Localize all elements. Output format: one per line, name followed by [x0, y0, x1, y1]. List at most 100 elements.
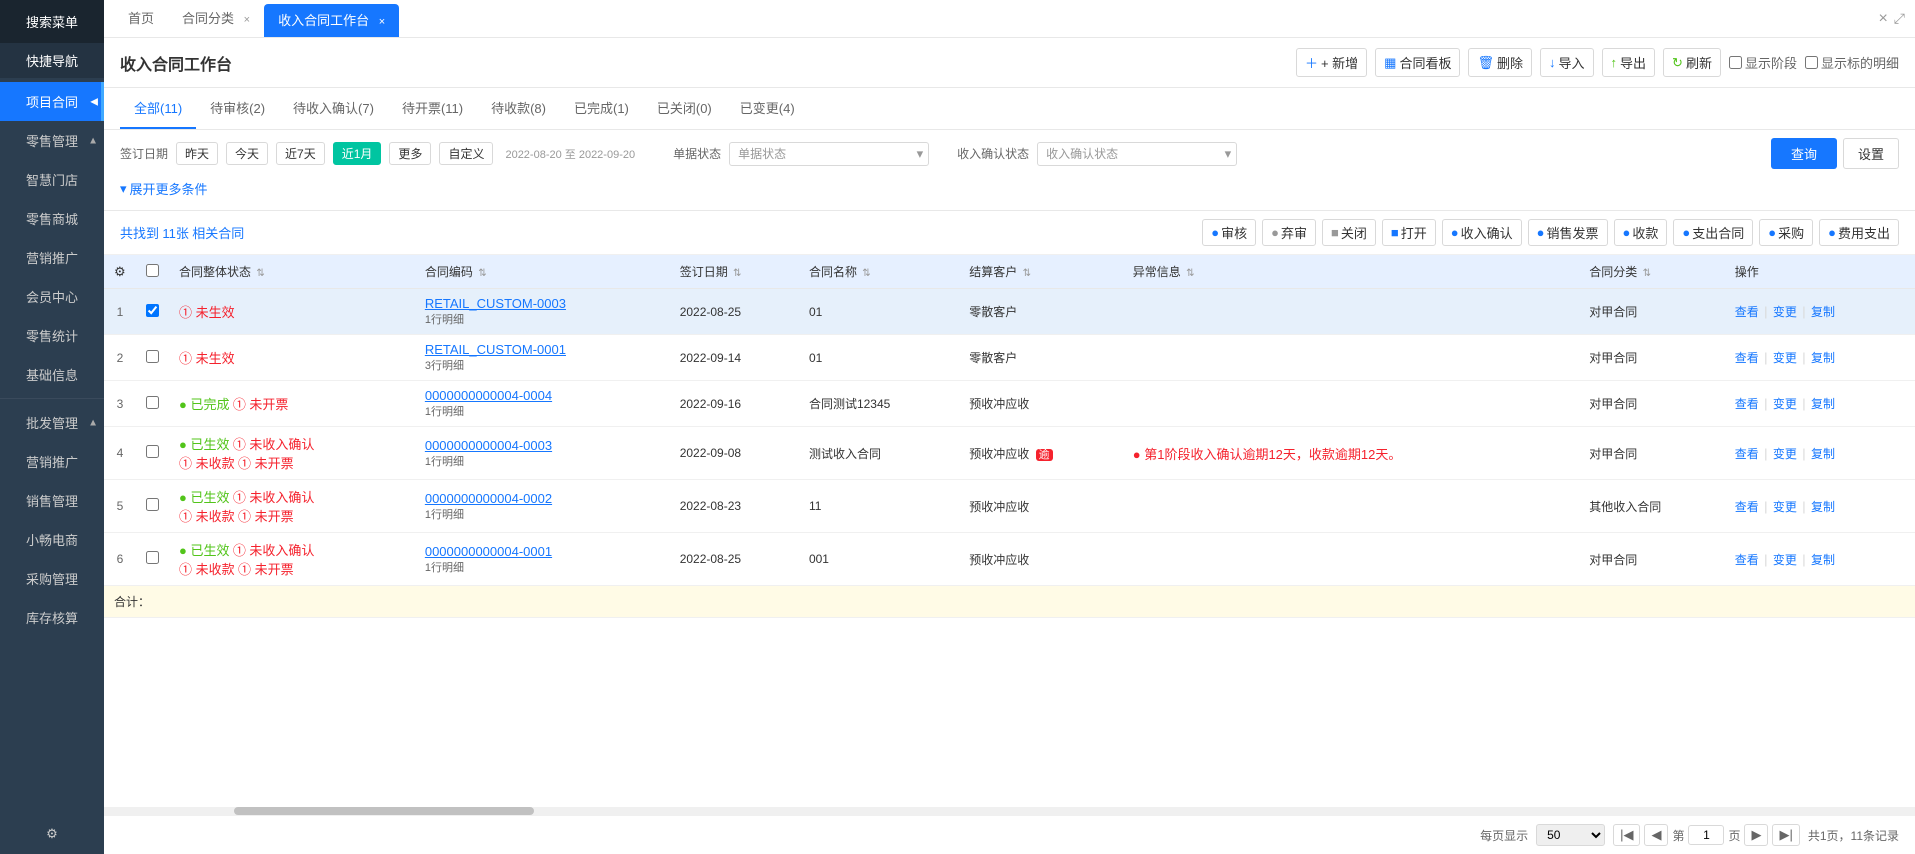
- row-checkbox[interactable]: [136, 381, 169, 427]
- op-change[interactable]: 变更: [1773, 351, 1797, 365]
- code-link[interactable]: 0000000000004-0002: [425, 491, 552, 506]
- op-copy[interactable]: 复制: [1811, 397, 1835, 411]
- show-detail-checkbox[interactable]: 显示标的明细: [1805, 53, 1899, 72]
- op-view[interactable]: 查看: [1735, 447, 1759, 461]
- filter-tab-pending-confirm[interactable]: 待收入确认(7): [279, 88, 388, 129]
- sidebar-item-sales-mgmt[interactable]: 销售管理: [0, 481, 104, 520]
- tab-bar-close-btn[interactable]: ×: [1878, 10, 1887, 28]
- code-link[interactable]: 0000000000004-0001: [425, 544, 552, 559]
- op-view[interactable]: 查看: [1735, 305, 1759, 319]
- sidebar-item-retail-mall[interactable]: 零售商城: [0, 199, 104, 238]
- set-button[interactable]: 设置: [1843, 138, 1899, 169]
- expand-filter-btn[interactable]: ▾ 展开更多条件: [120, 175, 208, 202]
- delete-button[interactable]: 🗑 删除: [1468, 48, 1532, 77]
- horizontal-scrollbar[interactable]: [104, 807, 1915, 815]
- action-cost-out[interactable]: ● 费用支出: [1819, 219, 1899, 246]
- sidebar-settings[interactable]: ⚙: [0, 814, 104, 854]
- row-checkbox[interactable]: [136, 427, 169, 480]
- page-first-btn[interactable]: |◀: [1613, 824, 1640, 846]
- sidebar-item-marketing1[interactable]: 营销推广: [0, 238, 104, 277]
- row-checkbox[interactable]: [136, 533, 169, 586]
- page-size-select[interactable]: 50 10 20 100: [1536, 824, 1605, 846]
- code-link[interactable]: RETAIL_CUSTOM-0001: [425, 342, 566, 357]
- op-view[interactable]: 查看: [1735, 553, 1759, 567]
- page-input[interactable]: [1688, 825, 1724, 845]
- sidebar-item-marketing2[interactable]: 营销推广: [0, 442, 104, 481]
- row-checkbox[interactable]: [136, 480, 169, 533]
- sidebar-item-retail-mgmt[interactable]: 零售管理 ▲: [0, 121, 104, 160]
- code-link[interactable]: 0000000000004-0004: [425, 388, 552, 403]
- filter-tab-all[interactable]: 全部(11): [120, 88, 196, 129]
- doc-status-select[interactable]: 单据状态: [729, 142, 929, 166]
- row-checkbox[interactable]: [136, 289, 169, 335]
- income-confirm-select[interactable]: 收入确认状态: [1037, 142, 1237, 166]
- action-expense-out[interactable]: ● 支出合同: [1673, 219, 1753, 246]
- op-view[interactable]: 查看: [1735, 397, 1759, 411]
- filter-tab-pending-payment[interactable]: 待收款(8): [477, 88, 560, 129]
- tab-home[interactable]: 首页: [114, 0, 168, 37]
- filter-tab-pending-review[interactable]: 待审核(2): [196, 88, 279, 129]
- page-next-btn[interactable]: ▶: [1744, 824, 1768, 846]
- sidebar-item-member[interactable]: 会员中心: [0, 277, 104, 316]
- code-link[interactable]: 0000000000004-0003: [425, 438, 552, 453]
- op-change[interactable]: 变更: [1773, 553, 1797, 567]
- action-close[interactable]: ■ 关闭: [1322, 219, 1376, 246]
- filter-tab-changed[interactable]: 已变更(4): [726, 88, 809, 129]
- action-open[interactable]: ■ 打开: [1382, 219, 1436, 246]
- page-last-btn[interactable]: ▶|: [1772, 824, 1799, 846]
- show-stage-input[interactable]: [1729, 56, 1742, 69]
- export-button[interactable]: ↑ 导出: [1602, 48, 1656, 77]
- import-button[interactable]: ↓ 导入: [1540, 48, 1594, 77]
- sidebar-item-basic-info[interactable]: 基础信息: [0, 355, 104, 394]
- query-button[interactable]: 查询: [1771, 138, 1837, 169]
- op-view[interactable]: 查看: [1735, 500, 1759, 514]
- code-link[interactable]: RETAIL_CUSTOM-0003: [425, 296, 566, 311]
- sidebar-item-project[interactable]: 项目合同 ◀: [0, 82, 104, 121]
- row-checkbox[interactable]: [136, 335, 169, 381]
- show-detail-input[interactable]: [1805, 56, 1818, 69]
- tab-contract-type-close[interactable]: ×: [244, 14, 250, 26]
- action-review[interactable]: ● 审核: [1202, 219, 1256, 246]
- tab-bar-expand-btn[interactable]: ⤢: [1894, 10, 1905, 27]
- date-btn-yesterday[interactable]: 昨天: [176, 142, 218, 165]
- col-setting[interactable]: ⚙: [104, 255, 136, 289]
- op-change[interactable]: 变更: [1773, 305, 1797, 319]
- sidebar-item-purchase[interactable]: 采购管理: [0, 559, 104, 598]
- date-btn-7days[interactable]: 近7天: [276, 142, 325, 165]
- op-copy[interactable]: 复制: [1811, 351, 1835, 365]
- action-abandon[interactable]: ● 弃审: [1262, 219, 1316, 246]
- date-btn-more[interactable]: 更多: [389, 142, 431, 165]
- sidebar-search[interactable]: 搜索菜单: [0, 0, 104, 43]
- sidebar-item-smart-store[interactable]: 智慧门店: [0, 160, 104, 199]
- filter-tab-closed[interactable]: 已关闭(0): [643, 88, 726, 129]
- sidebar-item-xiaochang[interactable]: 小畅电商: [0, 520, 104, 559]
- action-purchase[interactable]: ● 采购: [1759, 219, 1813, 246]
- sidebar-item-inventory[interactable]: 库存核算: [0, 598, 104, 637]
- select-all-checkbox[interactable]: [146, 264, 159, 277]
- action-income-confirm[interactable]: ● 收入确认: [1442, 219, 1522, 246]
- show-stage-checkbox[interactable]: 显示阶段: [1729, 53, 1797, 72]
- tab-income-workbench-close[interactable]: ×: [379, 16, 385, 28]
- sidebar-nav[interactable]: 快捷导航: [0, 43, 104, 78]
- tab-income-workbench[interactable]: 收入合同工作台 ×: [264, 4, 399, 37]
- filter-tab-completed[interactable]: 已完成(1): [560, 88, 643, 129]
- op-copy[interactable]: 复制: [1811, 553, 1835, 567]
- tab-contract-type[interactable]: 合同分类 ×: [168, 0, 264, 37]
- action-payment[interactable]: ● 收款: [1614, 219, 1668, 246]
- date-btn-1month[interactable]: 近1月: [333, 142, 382, 165]
- date-btn-custom[interactable]: 自定义: [439, 142, 493, 165]
- op-copy[interactable]: 复制: [1811, 447, 1835, 461]
- op-change[interactable]: 变更: [1773, 500, 1797, 514]
- sidebar-item-wholesale[interactable]: 批发管理 ▲: [0, 403, 104, 442]
- action-sales-invoice[interactable]: ● 销售发票: [1528, 219, 1608, 246]
- op-view[interactable]: 查看: [1735, 351, 1759, 365]
- kanban-button[interactable]: ▦ 合同看板: [1375, 48, 1460, 77]
- sidebar-item-retail-stat[interactable]: 零售统计: [0, 316, 104, 355]
- page-prev-btn[interactable]: ◀: [1644, 824, 1668, 846]
- op-copy[interactable]: 复制: [1811, 500, 1835, 514]
- add-button[interactable]: ＋ + 新增: [1296, 48, 1367, 77]
- op-change[interactable]: 变更: [1773, 397, 1797, 411]
- scrollbar-thumb[interactable]: [234, 807, 534, 815]
- op-change[interactable]: 变更: [1773, 447, 1797, 461]
- refresh-button[interactable]: ↻ 刷新: [1663, 48, 1721, 77]
